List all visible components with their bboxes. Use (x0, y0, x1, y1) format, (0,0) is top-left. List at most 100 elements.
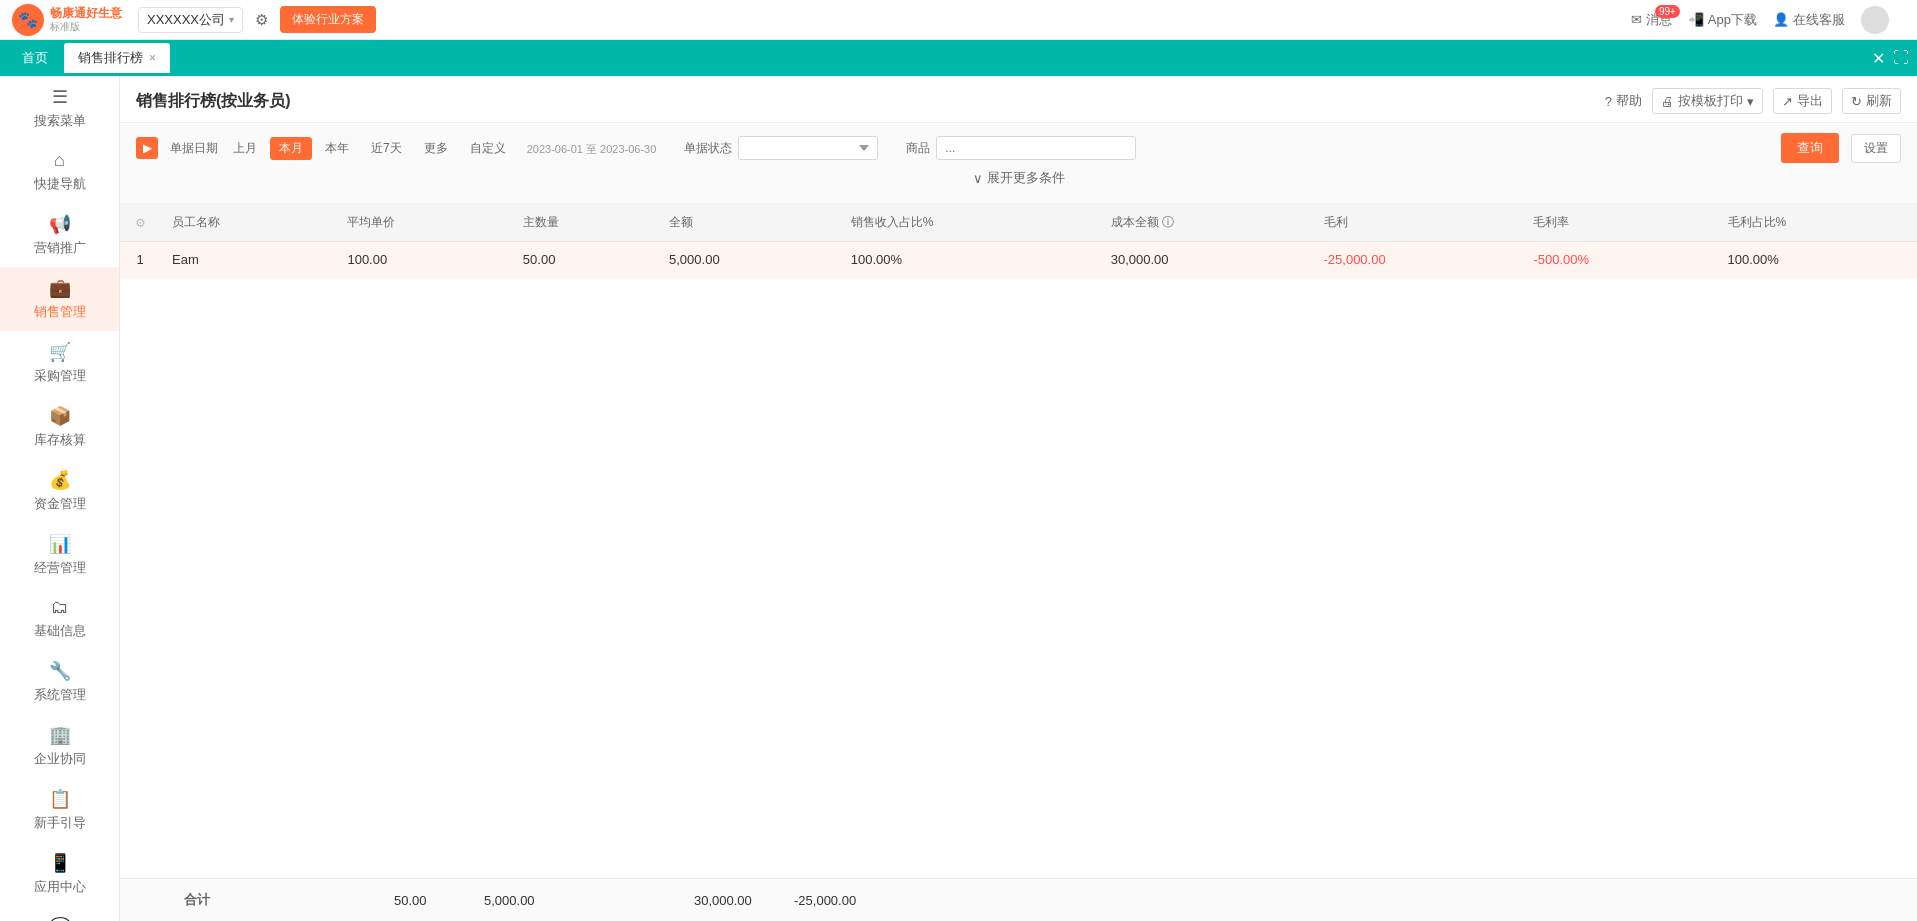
basic-info-icon: 🗂 (51, 597, 69, 618)
cell-rank: 1 (120, 242, 160, 278)
sidebar-item-enterprise[interactable]: 🏢 企业协同 (0, 714, 119, 778)
expand-more-row[interactable]: ∨ 展开更多条件 (136, 163, 1901, 193)
sidebar: ☰ 搜索菜单 ⌂ 快捷导航 📢 营销推广 💼 销售管理 🛒 采购管理 📦 库存核… (0, 76, 120, 921)
sidebar-item-wechat[interactable]: 💬 企业微信 (0, 906, 119, 921)
date-filter-label: 单据日期 (170, 140, 218, 157)
export-icon: ↗ (1782, 94, 1793, 109)
date-tab-custom[interactable]: 自定义 (461, 137, 515, 160)
cell-revenue-pct: 100.00% (839, 242, 1099, 278)
column-settings-button[interactable]: 设置 (1851, 134, 1901, 163)
sidebar-item-purchase[interactable]: 🛒 采购管理 (0, 331, 119, 395)
sidebar-item-system[interactable]: 🔧 系统管理 (0, 650, 119, 714)
guide-icon: 📋 (49, 788, 71, 810)
footer-label: 合计 (172, 887, 292, 913)
sidebar-item-basic[interactable]: 🗂 基础信息 (0, 587, 119, 650)
sidebar-item-basic-label: 基础信息 (34, 622, 86, 640)
col-employee: 员工名称 (160, 204, 335, 242)
notification-badge: 99+ (1655, 5, 1680, 18)
sidebar-item-operations[interactable]: 📊 经营管理 (0, 523, 119, 587)
col-revenue-pct: 销售收入占比% (839, 204, 1099, 242)
date-tab-more[interactable]: 更多 (415, 137, 457, 160)
inventory-icon: 📦 (49, 405, 71, 427)
sidebar-item-inventory[interactable]: 📦 库存核算 (0, 395, 119, 459)
col-gross-pct: 毛利占比% (1716, 204, 1917, 242)
sidebar-item-system-label: 系统管理 (34, 686, 86, 704)
system-icon: 🔧 (49, 660, 71, 682)
support-icon: 👤 (1773, 12, 1789, 27)
company-selector[interactable]: XXXXXX公司 ▾ (138, 7, 243, 33)
sidebar-item-inventory-label: 库存核算 (34, 431, 86, 449)
app-title: 畅康通好生意 (50, 6, 122, 20)
col-main-qty: 主数量 (511, 204, 657, 242)
sidebar-item-sales-label: 销售管理 (34, 303, 86, 321)
sidebar-item-shortcut-label: 快捷导航 (34, 175, 86, 193)
date-tab-7days[interactable]: 近7天 (362, 137, 411, 160)
app-download-button[interactable]: 📲 App下载 (1688, 11, 1757, 29)
status-filter-label: 单据状态 (684, 140, 732, 157)
sidebar-item-guide[interactable]: 📋 新手引导 (0, 778, 119, 842)
page-header: 销售排行榜(按业务员) ? 帮助 🖨 按模板打印 ▾ ↗ 导出 (120, 76, 1917, 123)
main-layout: ☰ 搜索菜单 ⌂ 快捷导航 📢 营销推广 💼 销售管理 🛒 采购管理 📦 库存核… (0, 76, 1917, 921)
sidebar-item-shortcut[interactable]: ⌂ 快捷导航 (0, 140, 119, 203)
marketing-icon: 📢 (49, 213, 71, 235)
refresh-label: 刷新 (1866, 92, 1892, 110)
top-right-area: ✉ 消息 99+ 📲 App下载 👤 在线客服 (1631, 6, 1905, 34)
filter-toggle-button[interactable]: ▶ (136, 137, 158, 159)
cell-gross-profit: -25,000.00 (1312, 242, 1522, 278)
status-select[interactable] (738, 136, 878, 160)
footer-main-qty: 50.00 (382, 889, 472, 912)
sidebar-item-sales[interactable]: 💼 销售管理 (0, 267, 119, 331)
app-sub: 标准版 (50, 21, 122, 33)
sidebar-item-marketing[interactable]: 📢 营销推广 (0, 203, 119, 267)
help-button[interactable]: ? 帮助 (1605, 92, 1642, 110)
tab-label: 销售排行榜 (78, 49, 143, 67)
date-range-display: 2023-06-01 至 2023-06-30 (527, 142, 657, 157)
cell-gross-rate: -500.00% (1521, 242, 1715, 278)
notification-button[interactable]: ✉ 消息 99+ (1631, 11, 1672, 29)
cell-cost-total: 30,000.00 (1099, 242, 1312, 278)
print-template-button[interactable]: 🖨 按模板打印 ▾ (1652, 88, 1763, 114)
sidebar-item-purchase-label: 采购管理 (34, 367, 86, 385)
tab-close-window-button[interactable]: ✕ (1872, 49, 1885, 68)
sidebar-item-enterprise-label: 企业协同 (34, 750, 86, 768)
col-settings-icon[interactable]: ⚙ (120, 204, 160, 242)
col-avg-price: 平均单价 (335, 204, 510, 242)
avatar[interactable] (1861, 6, 1889, 34)
date-tab-this-month[interactable]: 本月 (270, 137, 312, 160)
trial-button[interactable]: 体验行业方案 (280, 6, 376, 33)
tab-bar-right: ✕ ⛶ (1872, 49, 1909, 68)
date-tab-last-month[interactable]: 上月 (224, 137, 266, 160)
refresh-button[interactable]: ↻ 刷新 (1842, 88, 1901, 114)
download-icon: 📲 (1688, 12, 1704, 27)
cell-employee-name: Eam (160, 242, 335, 278)
sidebar-item-search[interactable]: ☰ 搜索菜单 (0, 76, 119, 140)
tab-close-icon[interactable]: × (149, 51, 156, 65)
date-tab-this-year[interactable]: 本年 (316, 137, 358, 160)
date-tab-group: 上月 本月 本年 近7天 更多 自定义 (224, 137, 515, 160)
tab-maximize-button[interactable]: ⛶ (1893, 49, 1909, 68)
tab-sales-ranking[interactable]: 销售排行榜 × (64, 43, 170, 73)
chevron-down-icon: ▾ (229, 14, 234, 25)
tab-home[interactable]: 首页 (8, 43, 62, 73)
expand-label: 展开更多条件 (987, 169, 1065, 187)
sidebar-item-apps[interactable]: 📱 应用中心 (0, 842, 119, 906)
purchase-icon: 🛒 (49, 341, 71, 363)
footer-cost-total: 30,000.00 (682, 889, 782, 912)
sidebar-item-finance[interactable]: 💰 资金管理 (0, 459, 119, 523)
page-title: 销售排行榜(按业务员) (136, 91, 291, 112)
query-button[interactable]: 查询 (1781, 133, 1839, 163)
print-label: 按模板打印 (1678, 92, 1743, 110)
page-container: 销售排行榜(按业务员) ? 帮助 🖨 按模板打印 ▾ ↗ 导出 (120, 76, 1917, 921)
apps-icon: 📱 (49, 852, 71, 874)
online-support-button[interactable]: 👤 在线客服 (1773, 11, 1845, 29)
table-footer: 合计 50.00 5,000.00 30,000.00 -25,000.00 (120, 878, 1917, 921)
col-gross-profit: 毛利 (1312, 204, 1522, 242)
refresh-icon: ↻ (1851, 94, 1862, 109)
goods-input[interactable] (936, 136, 1136, 160)
goods-filter-label: 商品 (906, 140, 930, 157)
home-icon: ⌂ (54, 150, 65, 171)
settings-gear-button[interactable]: ⚙ (251, 7, 272, 33)
sidebar-item-operations-label: 经营管理 (34, 559, 86, 577)
status-filter: 单据状态 (684, 136, 878, 160)
export-button[interactable]: ↗ 导出 (1773, 88, 1832, 114)
